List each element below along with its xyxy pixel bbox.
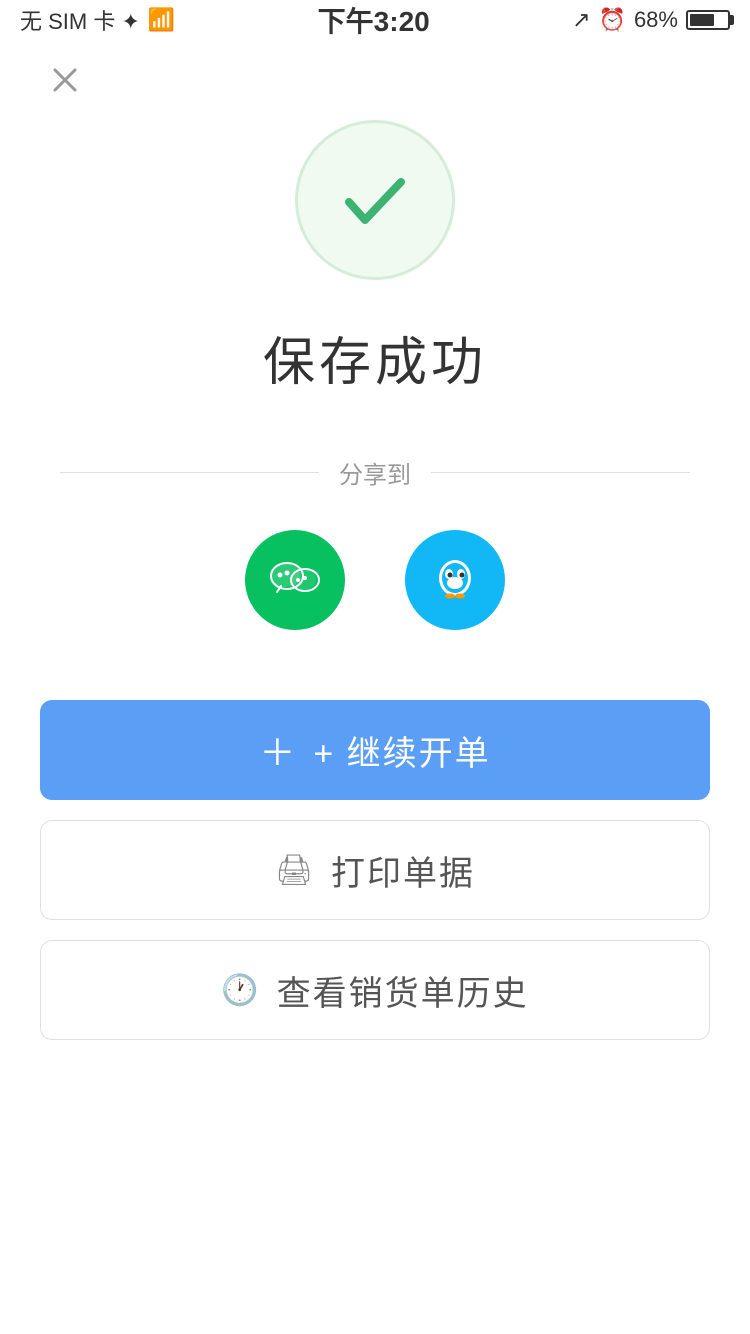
action-buttons: ＋ + 继续开单 🖨 打印单据 🕐 查看销货单历史 [0,700,750,1040]
success-circle [295,120,455,280]
plus-icon: ＋ [259,724,297,776]
battery-icon [686,10,730,30]
continue-label: + 继续开单 [313,726,490,775]
wechat-share-button[interactable] [245,530,345,630]
history-label: 查看销货单历史 [277,966,529,1015]
qq-icon [425,550,485,610]
status-bar: 无 SIM 卡 ✦ 📶 下午3:20 ↗ ⏰ 68% [0,0,750,40]
wifi-icon: 📶 [148,7,175,33]
wechat-icon [265,550,325,610]
clock-icon: 🕐 [221,973,260,1008]
checkmark-icon [335,160,415,240]
close-icon [49,64,81,96]
share-icons [245,530,505,630]
divider-left [60,472,319,473]
print-label: 打印单据 [331,846,475,895]
main-content: 保存成功 分享到 [0,40,750,1040]
status-time: 下午3:20 [318,0,430,40]
continue-button[interactable]: ＋ + 继续开单 [40,700,710,800]
sim-label: 无 SIM 卡 ✦ [20,4,140,36]
location-icon: ↗ [572,7,590,33]
success-title: 保存成功 [263,320,487,395]
share-divider: 分享到 [0,455,750,490]
battery-percent: 68% [634,7,678,33]
close-button[interactable] [40,55,90,105]
qq-share-button[interactable] [405,530,505,630]
printer-icon: 🖨 [275,853,315,888]
status-left: 无 SIM 卡 ✦ 📶 [20,4,175,36]
share-label: 分享到 [339,455,411,490]
history-button[interactable]: 🕐 查看销货单历史 [40,940,710,1040]
divider-right [431,472,690,473]
alarm-icon: ⏰ [599,7,626,33]
status-right: ↗ ⏰ 68% [572,7,730,33]
print-button[interactable]: 🖨 打印单据 [40,820,710,920]
